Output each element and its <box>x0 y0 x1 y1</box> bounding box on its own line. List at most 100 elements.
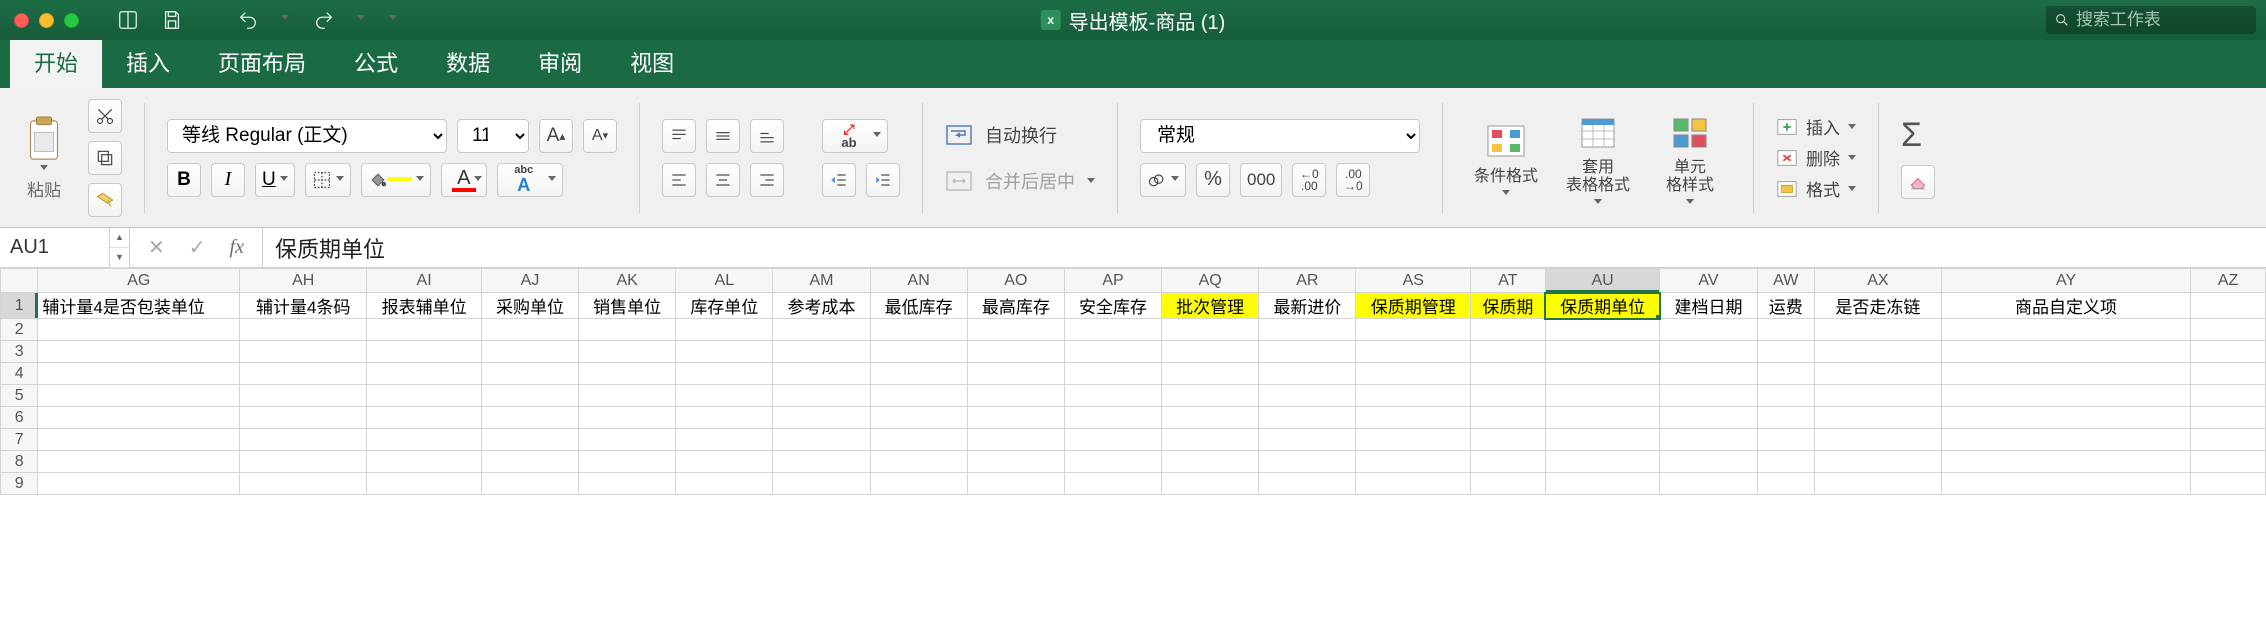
book-icon[interactable] <box>117 9 139 31</box>
cell[interactable] <box>967 429 1064 451</box>
cell[interactable] <box>481 473 578 495</box>
column-header[interactable]: AX <box>1814 269 1941 293</box>
cell[interactable] <box>1064 385 1161 407</box>
bold-button[interactable]: B <box>167 163 201 197</box>
column-header[interactable]: AU <box>1545 269 1660 293</box>
close-window-button[interactable] <box>14 13 29 28</box>
cell[interactable] <box>1064 429 1161 451</box>
merge-center-button[interactable]: 合并后居中 <box>945 168 1095 194</box>
cell[interactable] <box>579 341 676 363</box>
column-header[interactable]: AJ <box>481 269 578 293</box>
cell[interactable] <box>367 473 482 495</box>
cell[interactable] <box>1064 363 1161 385</box>
cell[interactable] <box>1356 363 1471 385</box>
cell[interactable] <box>1941 473 2190 495</box>
cell[interactable] <box>2191 473 2266 495</box>
cell[interactable] <box>481 429 578 451</box>
cell[interactable] <box>1660 451 1757 473</box>
cell[interactable] <box>1757 363 1814 385</box>
cell[interactable] <box>676 407 773 429</box>
save-icon[interactable] <box>161 9 183 31</box>
undo-icon[interactable] <box>237 9 259 31</box>
cell[interactable] <box>38 429 240 451</box>
cell[interactable] <box>240 341 367 363</box>
cell[interactable] <box>1941 341 2190 363</box>
align-middle-button[interactable] <box>706 119 740 153</box>
cell[interactable] <box>1545 385 1660 407</box>
tab-formulas[interactable]: 公式 <box>330 36 422 88</box>
cell[interactable] <box>1064 473 1161 495</box>
cell[interactable] <box>967 341 1064 363</box>
cell[interactable] <box>38 319 240 341</box>
cell[interactable] <box>1259 385 1356 407</box>
cell[interactable]: 商品自定义项 <box>1941 293 2190 319</box>
cell[interactable] <box>1545 407 1660 429</box>
wrap-text-button[interactable]: 自动换行 <box>945 122 1095 148</box>
cancel-formula-icon[interactable]: ✕ <box>148 235 165 260</box>
redo-dropdown[interactable] <box>357 15 367 25</box>
cell[interactable] <box>1545 341 1660 363</box>
cell[interactable] <box>1757 451 1814 473</box>
cell[interactable] <box>1356 385 1471 407</box>
cell[interactable] <box>1162 319 1259 341</box>
column-header[interactable]: AM <box>773 269 870 293</box>
cell[interactable] <box>870 473 967 495</box>
font-color-button[interactable]: A <box>441 163 487 197</box>
row-header[interactable]: 2 <box>1 319 38 341</box>
cell[interactable] <box>1814 407 1941 429</box>
cell[interactable] <box>1471 341 1546 363</box>
cell[interactable] <box>481 363 578 385</box>
column-header[interactable]: AW <box>1757 269 1814 293</box>
cell[interactable] <box>1259 341 1356 363</box>
cell[interactable]: 库存单位 <box>676 293 773 319</box>
cell[interactable] <box>773 341 870 363</box>
cell[interactable] <box>1660 385 1757 407</box>
cell[interactable]: 最低库存 <box>870 293 967 319</box>
cell[interactable]: 最新进价 <box>1259 293 1356 319</box>
cell[interactable] <box>481 451 578 473</box>
format-painter-button[interactable] <box>88 183 122 217</box>
insert-cells-button[interactable]: 插入 <box>1776 114 1856 139</box>
cut-button[interactable] <box>88 99 122 133</box>
cell[interactable] <box>967 319 1064 341</box>
tab-review[interactable]: 审阅 <box>514 36 606 88</box>
decrease-font-button[interactable]: A▾ <box>583 119 617 153</box>
column-header[interactable]: AP <box>1064 269 1161 293</box>
fill-color-button[interactable] <box>361 163 431 197</box>
cell[interactable] <box>870 319 967 341</box>
cell[interactable] <box>1814 451 1941 473</box>
percent-format-button[interactable]: % <box>1196 163 1230 197</box>
cell[interactable]: 辅计量4是否包装单位 <box>38 293 240 319</box>
cell[interactable] <box>579 451 676 473</box>
number-format-select[interactable]: 常规 <box>1140 119 1420 153</box>
column-header[interactable]: AN <box>870 269 967 293</box>
cell[interactable] <box>579 473 676 495</box>
cell[interactable] <box>240 407 367 429</box>
cell[interactable] <box>1941 407 2190 429</box>
cell[interactable]: 采购单位 <box>481 293 578 319</box>
cell[interactable] <box>870 429 967 451</box>
cell[interactable] <box>367 429 482 451</box>
cell[interactable]: 批次管理 <box>1162 293 1259 319</box>
cell[interactable]: 报表辅单位 <box>367 293 482 319</box>
cell[interactable] <box>367 385 482 407</box>
column-header[interactable]: AO <box>967 269 1064 293</box>
cell[interactable] <box>1545 451 1660 473</box>
cell[interactable]: 辅计量4条码 <box>240 293 367 319</box>
cell[interactable] <box>1545 473 1660 495</box>
cell[interactable] <box>240 451 367 473</box>
cell[interactable] <box>1259 451 1356 473</box>
cell[interactable] <box>1471 407 1546 429</box>
column-header[interactable]: AV <box>1660 269 1757 293</box>
fx-icon[interactable]: fx <box>230 236 244 259</box>
cell[interactable] <box>1660 407 1757 429</box>
cell[interactable]: 保质期单位 <box>1545 293 1660 319</box>
cell[interactable] <box>1471 429 1546 451</box>
cell[interactable] <box>1941 451 2190 473</box>
redo-icon[interactable] <box>313 9 335 31</box>
tab-insert[interactable]: 插入 <box>102 36 194 88</box>
italic-button[interactable]: I <box>211 163 245 197</box>
cell[interactable] <box>2191 385 2266 407</box>
column-header[interactable]: AR <box>1259 269 1356 293</box>
cell[interactable] <box>1660 363 1757 385</box>
